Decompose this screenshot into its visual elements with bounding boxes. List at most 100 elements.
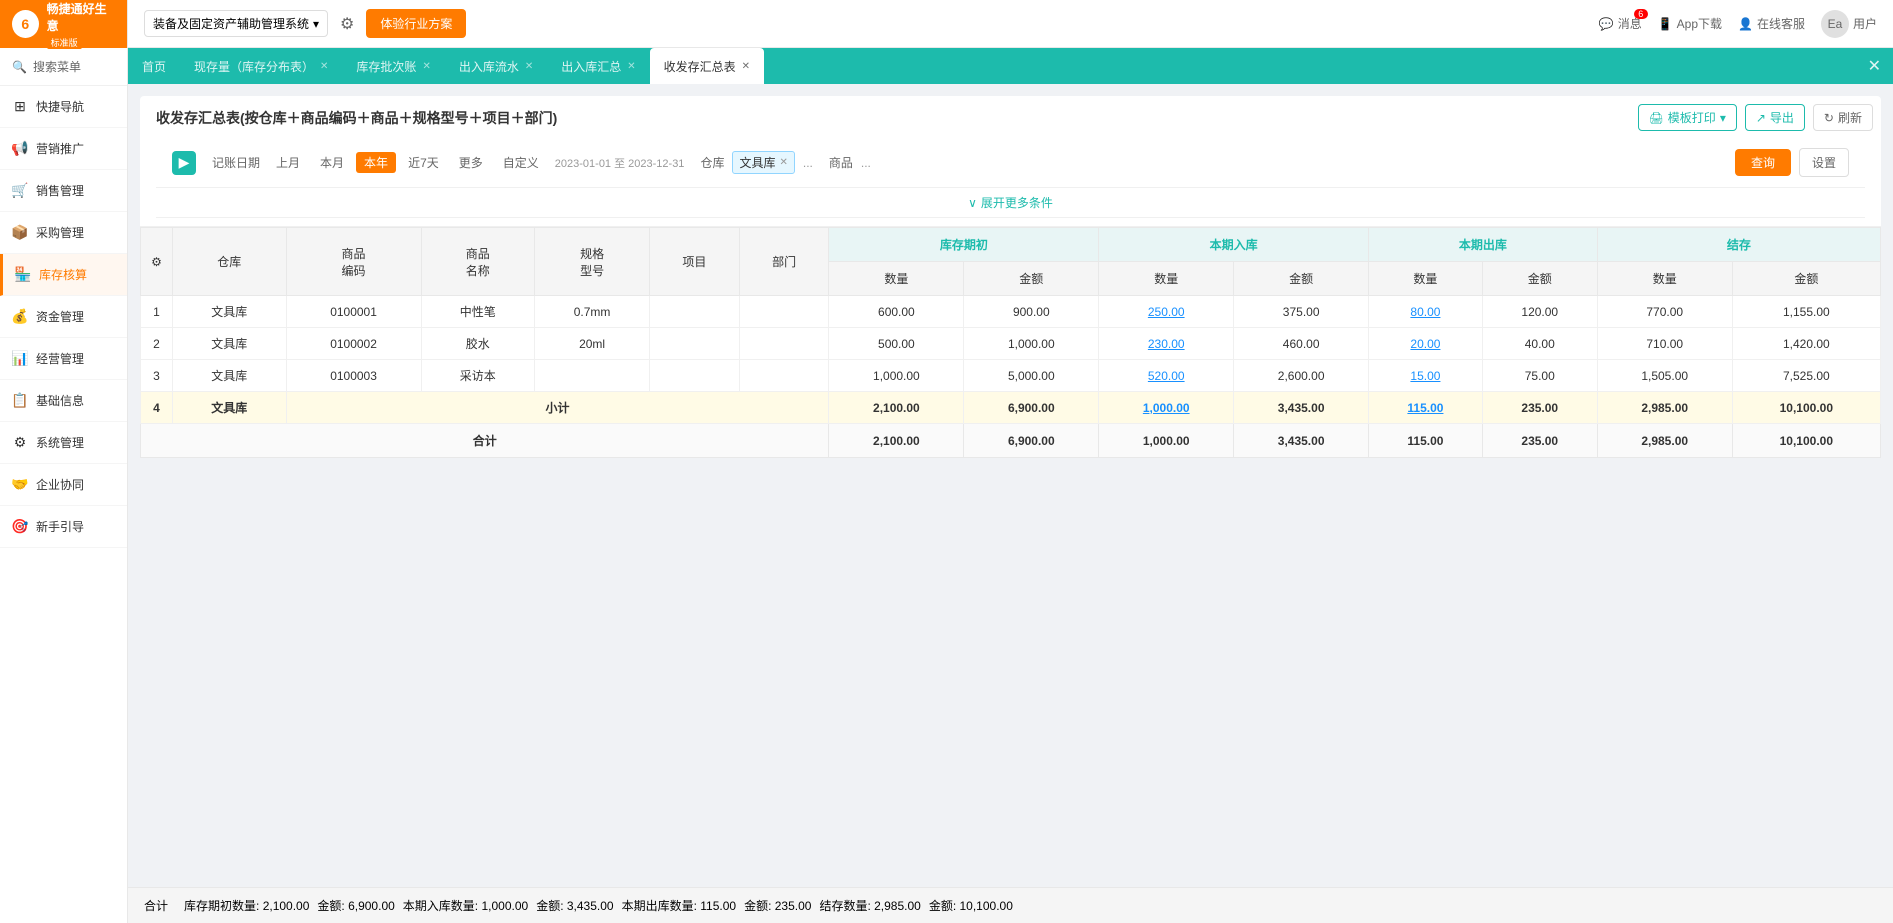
tab-home[interactable]: 首页: [128, 48, 180, 84]
col-out-amt-header: 金额: [1482, 262, 1597, 296]
topbar-left: 装备及固定资产辅助管理系统 ▾ ⚙ 体验行业方案: [144, 9, 466, 38]
table-row: 3 文具库 0100003 采访本 1,000.00 5,000.00 520.…: [141, 360, 1881, 392]
refresh-button[interactable]: ↻ 刷新: [1813, 104, 1873, 131]
system-icon: ⚙: [12, 435, 28, 451]
date-btn-more[interactable]: 更多: [451, 152, 491, 173]
app-download-label: App下载: [1677, 15, 1722, 32]
warehouse-label: 仓库: [700, 154, 724, 171]
trial-button[interactable]: 体验行业方案: [366, 9, 466, 38]
sidebar-item-marketing[interactable]: 📢 营销推广: [0, 128, 127, 170]
col-in-qty-header: 数量: [1099, 262, 1234, 296]
filter-settings-button[interactable]: 设置: [1799, 148, 1849, 177]
tab-inventory-dist[interactable]: 现存量（库存分布表） ✕: [180, 48, 342, 84]
sidebar-item-basic[interactable]: 📋 基础信息: [0, 380, 127, 422]
bottom-total-label: 合计: [144, 897, 168, 914]
col-settings-header[interactable]: ⚙: [141, 228, 173, 296]
tab-batch-account-label: 库存批次账: [356, 58, 416, 75]
tab-in-out-flow[interactable]: 出入库流水 ✕: [445, 48, 547, 84]
sidebar-item-capital[interactable]: 💰 资金管理: [0, 296, 127, 338]
capital-icon: 💰: [12, 309, 28, 325]
total-row: 合计 2,100.00 6,900.00 1,000.00 3,435.00 1…: [141, 424, 1881, 458]
data-table-container: ⚙ 仓库 商品编码 商品名称 规格型号 项目 部门 库存期初 本期入库 本期出库…: [140, 227, 1881, 458]
col-in-header: 本期入库: [1099, 228, 1369, 262]
bottom-bar: 合计 库存期初数量: 2,100.00 金额: 6,900.00 本期入库数量:…: [128, 887, 1893, 923]
export-button[interactable]: ↗ 导出: [1745, 104, 1805, 131]
date-btn-this-year[interactable]: 本年: [356, 152, 396, 173]
col-in-amt-header: 金额: [1234, 262, 1369, 296]
bottom-out-qty: 115.00: [700, 899, 736, 913]
filter-bar: ▶ 记账日期 上月 本月 本年 近7天 更多 自定义 2023-01-01 至 …: [156, 138, 1865, 188]
print-button[interactable]: 🖨 模板打印 ▾: [1638, 104, 1737, 131]
logo-icon: 6: [12, 10, 39, 38]
total-in-amt: 3,435.00: [1234, 424, 1369, 458]
sidebar-item-sales[interactable]: 🛒 销售管理: [0, 170, 127, 212]
goods-more[interactable]: ...: [861, 156, 871, 170]
tab-in-out-summary[interactable]: 出入库汇总 ✕: [547, 48, 649, 84]
tab-batch-account[interactable]: 库存批次账 ✕: [342, 48, 444, 84]
tab-recv-send-summary-close[interactable]: ✕: [742, 61, 750, 72]
sidebar-item-operations[interactable]: 📊 经营管理: [0, 338, 127, 380]
chevron-down-icon-expand: ∨: [968, 196, 977, 210]
date-label: 记账日期: [212, 154, 260, 171]
date-buttons: 上月 本月 本年 近7天 更多 自定义: [268, 152, 547, 173]
user-label: 用户: [1853, 15, 1877, 32]
col-bal-amt-header: 金额: [1732, 262, 1880, 296]
tab-batch-account-close[interactable]: ✕: [422, 61, 430, 72]
total-out-amt: 235.00: [1482, 424, 1597, 458]
warehouse-tag-close[interactable]: ✕: [779, 157, 787, 168]
page-header: 收发存汇总表(按仓库＋商品编码＋商品＋规格型号＋项目＋部门) 🖨 模板打印 ▾ …: [140, 96, 1881, 227]
warehouse-filter-group: 仓库 文具库 ✕ ...: [700, 151, 812, 174]
search-menu[interactable]: 🔍 搜索菜单: [0, 48, 127, 86]
filter-toggle[interactable]: ▶: [172, 151, 196, 175]
col-bal-qty-header: 数量: [1597, 262, 1732, 296]
user-action[interactable]: Ea 用户: [1821, 10, 1877, 38]
tab-in-out-summary-close[interactable]: ✕: [627, 61, 635, 72]
online-service-action[interactable]: 👤 在线客服: [1738, 15, 1805, 32]
warehouse-tag-text: 文具库: [739, 154, 775, 171]
subtotal-row: 4 文具库 小计 2,100.00 6,900.00 1,000.00 3,43…: [141, 392, 1881, 424]
sidebar-item-inventory[interactable]: 🏪 库存核算: [0, 254, 127, 296]
expand-more-bar[interactable]: ∨ 展开更多条件: [156, 188, 1865, 218]
tab-inventory-dist-close[interactable]: ✕: [320, 61, 328, 72]
sidebar-item-collab[interactable]: 🤝 企业协同: [0, 464, 127, 506]
message-action[interactable]: 💬 消息 6: [1599, 15, 1642, 32]
service-icon: 👤: [1738, 17, 1753, 31]
warehouse-more[interactable]: ...: [803, 156, 813, 170]
app-download-action[interactable]: 📱 App下载: [1658, 15, 1722, 32]
warehouse-tag[interactable]: 文具库 ✕: [732, 151, 794, 174]
date-btn-7days[interactable]: 近7天: [400, 152, 447, 173]
date-btn-custom[interactable]: 自定义: [495, 152, 547, 173]
table-row: 1 文具库 0100001 中性笔 0.7mm 600.00 900.00 25…: [141, 296, 1881, 328]
sidebar-item-purchase[interactable]: 📦 采购管理: [0, 212, 127, 254]
export-icon: ↗: [1756, 111, 1766, 125]
search-icon: 🔍: [12, 60, 27, 74]
col-open-stock-header: 库存期初: [829, 228, 1099, 262]
system-name-text: 装备及固定资产辅助管理系统: [153, 15, 309, 32]
col-out-qty-header: 数量: [1369, 262, 1483, 296]
phone-icon: 📱: [1658, 17, 1673, 31]
sales-icon: 🛒: [12, 183, 28, 199]
settings-icon[interactable]: ⚙: [340, 14, 354, 34]
col-project-header: 项目: [650, 228, 740, 296]
quick-nav-icon: ⊞: [12, 99, 28, 115]
operations-icon: 📊: [12, 351, 28, 367]
message-icon: 💬: [1599, 17, 1614, 31]
date-btn-last-month[interactable]: 上月: [268, 152, 308, 173]
sidebar-item-system[interactable]: ⚙ 系统管理: [0, 422, 127, 464]
tab-in-out-flow-close[interactable]: ✕: [525, 61, 533, 72]
tab-recv-send-summary[interactable]: 收发存汇总表 ✕: [650, 48, 764, 84]
total-open-qty: 2,100.00: [829, 424, 964, 458]
expand-label: 展开更多条件: [981, 194, 1053, 211]
date-btn-this-month[interactable]: 本月: [312, 152, 352, 173]
system-name-selector[interactable]: 装备及固定资产辅助管理系统 ▾: [144, 10, 328, 37]
nav-tabs: 首页 现存量（库存分布表） ✕ 库存批次账 ✕ 出入库流水 ✕ 出入库汇总 ✕ …: [128, 48, 1893, 84]
tab-recv-send-summary-label: 收发存汇总表: [664, 58, 736, 75]
total-bal-qty: 2,985.00: [1597, 424, 1732, 458]
sidebar-item-guide[interactable]: 🎯 新手引导: [0, 506, 127, 548]
query-button[interactable]: 查询: [1735, 149, 1791, 176]
bottom-bal-amt: 10,100.00: [960, 899, 1013, 913]
bottom-out-amt: 235.00: [775, 899, 812, 913]
sidebar-item-quick-nav[interactable]: ⊞ 快捷导航: [0, 86, 127, 128]
close-all-tabs-icon[interactable]: ✕: [1856, 48, 1893, 84]
collab-icon: 🤝: [12, 477, 28, 493]
